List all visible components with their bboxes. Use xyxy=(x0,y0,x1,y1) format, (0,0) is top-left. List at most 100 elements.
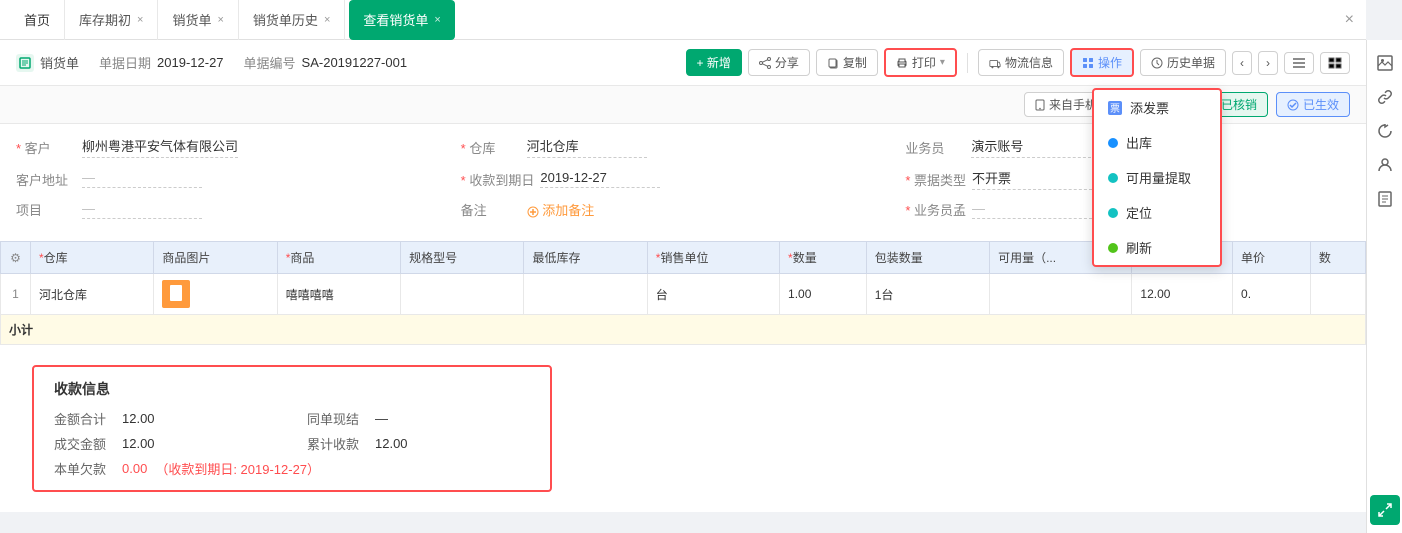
tab-home[interactable]: 首页 xyxy=(10,0,65,40)
sales-staff-value: — xyxy=(972,201,1092,219)
copy-btn[interactable]: 复制 xyxy=(816,49,878,76)
row-amount xyxy=(1310,274,1365,315)
col-min-stock: 最低库存 xyxy=(524,242,647,274)
row-qty: 1.00 xyxy=(780,274,867,315)
right-icon-link[interactable] xyxy=(1370,82,1400,112)
doc-header: 销货单 单据日期 2019-12-27 单据编号 SA-20191227-001… xyxy=(0,40,1366,86)
tab-history-close[interactable]: × xyxy=(324,14,330,26)
address-field: 客户地址 — xyxy=(16,170,461,189)
new-btn[interactable]: + 新增 xyxy=(686,49,742,76)
operate-btn[interactable]: 操作 xyxy=(1070,48,1134,77)
customer-label: 客户 xyxy=(16,138,76,157)
cumulative-label: 累计收款 xyxy=(307,434,367,453)
tab-home-label: 首页 xyxy=(24,10,50,29)
menu-refresh[interactable]: 刷新 xyxy=(1094,230,1220,265)
row-product: 嘻嘻嘻嘻 xyxy=(277,274,400,315)
menu-locate[interactable]: 定位 xyxy=(1094,195,1220,230)
col-spec: 规格型号 xyxy=(401,242,524,274)
payment-box: 收款信息 金额合计 12.00 同单现结 — 成交金额 12.00 累计收款 1… xyxy=(32,365,552,492)
tab-view-close[interactable]: × xyxy=(434,14,440,26)
transaction-label: 成交金额 xyxy=(54,434,114,453)
doc-type: 销货单 xyxy=(16,53,79,72)
due-date-label: 收款到期日 xyxy=(461,170,535,189)
doc-type-icon xyxy=(16,54,34,72)
right-icon-refresh[interactable] xyxy=(1370,116,1400,146)
product-thumbnail xyxy=(162,280,190,308)
payment-same-order-row: 同单现结 — xyxy=(307,409,530,428)
row-pack-qty: 1台 xyxy=(866,274,989,315)
locate-icon xyxy=(1108,208,1118,218)
history-btn[interactable]: 历史单据 xyxy=(1140,49,1226,76)
warehouse-label: 仓库 xyxy=(461,138,521,157)
tab-inventory-init[interactable]: 库存期初 × xyxy=(65,0,158,40)
take-available-icon xyxy=(1108,173,1118,183)
col-image: 商品图片 xyxy=(154,242,277,274)
nav-prev-btn[interactable]: ‹ xyxy=(1232,51,1252,75)
row-price: 0. xyxy=(1233,274,1311,315)
doc-no-field: 单据编号 SA-20191227-001 xyxy=(244,53,408,72)
same-order-value: — xyxy=(375,411,388,426)
due-date-field: 收款到期日 2019-12-27 xyxy=(461,170,906,189)
customer-field: 客户 柳州粤港平安气体有限公司 xyxy=(16,136,461,158)
menu-take-available[interactable]: 可用量提取 xyxy=(1094,160,1220,195)
print-btn[interactable]: 打印 ▾ xyxy=(884,48,957,77)
customer-value[interactable]: 柳州粤港平安气体有限公司 xyxy=(82,136,238,158)
tab-view-sales[interactable]: 查看销货单 × xyxy=(349,0,454,40)
row-spec xyxy=(401,274,524,315)
tab-sales-close[interactable]: × xyxy=(217,14,223,26)
subtotal-label: 小计 xyxy=(1,315,1366,345)
col-amount: 数 xyxy=(1310,242,1365,274)
col-product: *商品 xyxy=(277,242,400,274)
table-row: 1 河北仓库 嘻嘻嘻嘻 台 1.00 1台 xyxy=(1,274,1366,315)
same-order-label: 同单现结 xyxy=(307,409,367,428)
tab-inventory-close[interactable]: × xyxy=(137,14,143,26)
col-qty: *数量 xyxy=(780,242,867,274)
share-btn[interactable]: 分享 xyxy=(748,49,810,76)
nav-next-btn[interactable]: › xyxy=(1258,51,1278,75)
tab-sales-order[interactable]: 销货单 × xyxy=(158,0,238,40)
right-panel xyxy=(1366,40,1402,533)
row-warehouse: 河北仓库 xyxy=(31,274,154,315)
tab-view-label: 查看销货单 xyxy=(363,10,428,29)
col-gear[interactable]: ⚙ xyxy=(1,242,31,274)
effected-btn[interactable]: 已生效 xyxy=(1276,92,1350,117)
remark-label: 备注 xyxy=(461,200,521,219)
logistics-btn[interactable]: 物流信息 xyxy=(978,49,1064,76)
view-grid-btn[interactable] xyxy=(1320,52,1350,74)
window-close-btn[interactable]: × xyxy=(1345,11,1354,29)
amount-value: 12.00 xyxy=(122,411,155,426)
add-invoice-icon: 票 xyxy=(1108,101,1122,115)
bill-type-label: 票据类型 xyxy=(905,170,966,189)
right-icon-expand[interactable] xyxy=(1370,495,1400,525)
menu-out-warehouse[interactable]: 出库 xyxy=(1094,125,1220,160)
amount-label: 金额合计 xyxy=(54,409,114,428)
payment-amount-row: 金额合计 12.00 xyxy=(54,409,277,428)
row-stock: 12.00 xyxy=(1132,274,1233,315)
add-remark-btn[interactable]: 添加备注 xyxy=(527,200,595,219)
col-price: 单价 xyxy=(1233,242,1311,274)
tab-sales-history[interactable]: 销货单历史 × xyxy=(239,0,345,40)
cumulative-value: 12.00 xyxy=(375,436,408,451)
address-value: — xyxy=(82,170,202,188)
row-index: 1 xyxy=(1,274,31,315)
staff-label: 业务员 xyxy=(905,138,965,157)
warehouse-value[interactable]: 河北仓库 xyxy=(527,136,647,158)
project-value: — xyxy=(82,201,202,219)
tab-inventory-label: 库存期初 xyxy=(79,10,131,29)
staff-value: 演示账号 xyxy=(971,136,1091,158)
due-value: 0.00 xyxy=(122,461,147,476)
warehouse-field: 仓库 河北仓库 xyxy=(461,136,906,158)
row-available xyxy=(990,274,1132,315)
due-date-value: 2019-12-27 xyxy=(540,170,660,188)
right-icon-image[interactable] xyxy=(1370,48,1400,78)
out-warehouse-icon xyxy=(1108,138,1118,148)
remark-field: 备注 添加备注 xyxy=(461,200,906,219)
row-unit: 台 xyxy=(647,274,779,315)
right-icon-doc[interactable] xyxy=(1370,184,1400,214)
doc-date-field: 单据日期 2019-12-27 xyxy=(99,53,224,72)
view-list-btn[interactable] xyxy=(1284,52,1314,74)
payment-transaction-row: 成交金额 12.00 xyxy=(54,434,277,453)
menu-add-invoice[interactable]: 票 添发票 xyxy=(1094,90,1220,125)
toolbar-sep1 xyxy=(967,53,968,73)
right-icon-user[interactable] xyxy=(1370,150,1400,180)
